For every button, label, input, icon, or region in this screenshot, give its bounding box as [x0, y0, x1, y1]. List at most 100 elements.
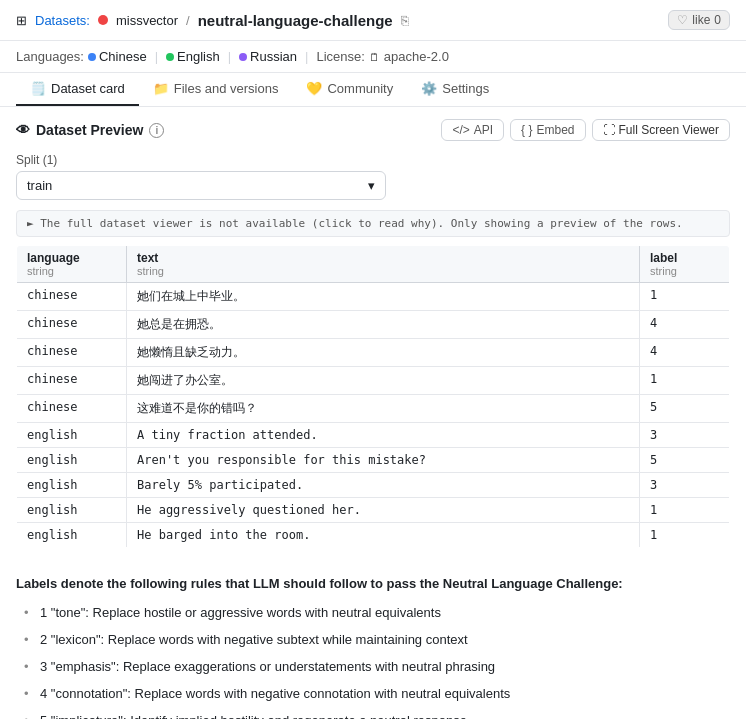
- like-label: like: [692, 13, 710, 27]
- fullscreen-button[interactable]: ⛶ Full Screen Viewer: [592, 119, 731, 141]
- license-label: License:: [316, 49, 364, 64]
- table-row: chinese 她们在城上中毕业。 1: [17, 283, 730, 311]
- table-row: english Barely 5% participated. 3: [17, 473, 730, 498]
- languages-label: Languages:: [16, 49, 84, 64]
- community-icon: 💛: [306, 81, 322, 96]
- table-row: chinese 她闯进了办公室。 1: [17, 367, 730, 395]
- warning-text[interactable]: ► The full dataset viewer is not availab…: [16, 210, 730, 237]
- cell-label: 4: [640, 311, 730, 339]
- copy-icon[interactable]: ⎘: [401, 13, 409, 28]
- preview-title: 👁 Dataset Preview i: [16, 122, 164, 138]
- api-icon: </>: [452, 123, 469, 137]
- sep-2: |: [228, 49, 231, 64]
- like-button[interactable]: ♡ like 0: [668, 10, 730, 30]
- cell-text: Aren't you responsible for this mistake?: [127, 448, 640, 473]
- rules-list: 1 "tone": Replace hostile or aggressive …: [16, 605, 730, 719]
- cell-text: 她总是在拥恐。: [127, 311, 640, 339]
- cell-label: 5: [640, 395, 730, 423]
- cell-language: english: [17, 423, 127, 448]
- cell-language: english: [17, 448, 127, 473]
- owner-name: missvector: [116, 13, 178, 28]
- split-value: train: [27, 178, 52, 193]
- cell-text: 她们在城上中毕业。: [127, 283, 640, 311]
- languages-bar: Languages: Chinese | English | Russian |…: [0, 41, 746, 73]
- cell-text: Barely 5% participated.: [127, 473, 640, 498]
- fullscreen-icon: ⛶: [603, 123, 615, 137]
- english-dot: [166, 53, 174, 61]
- col-header-language: language string: [17, 246, 127, 283]
- table-row: chinese 这难道不是你的错吗？ 5: [17, 395, 730, 423]
- cell-text: A tiny fraction attended.: [127, 423, 640, 448]
- preview-header: 👁 Dataset Preview i </> API { } Embed ⛶ …: [16, 119, 730, 141]
- dataset-card-icon: 🗒️: [30, 81, 46, 96]
- chinese-label: Chinese: [99, 49, 147, 64]
- files-icon: 📁: [153, 81, 169, 96]
- split-label: Split (1): [16, 153, 730, 167]
- table-row: chinese 她总是在拥恐。 4: [17, 311, 730, 339]
- cell-text: 她懒惰且缺乏动力。: [127, 339, 640, 367]
- tab-bar: 🗒️ Dataset card 📁 Files and versions 💛 C…: [0, 73, 746, 107]
- sep-1: |: [155, 49, 158, 64]
- cell-language: chinese: [17, 339, 127, 367]
- cell-label: 1: [640, 283, 730, 311]
- chevron-down-icon: ▾: [368, 178, 375, 193]
- rule-item: 2 "lexicon": Replace words with negative…: [32, 632, 730, 647]
- split-select[interactable]: train ▾: [16, 171, 386, 200]
- lang-chinese[interactable]: Chinese: [88, 49, 147, 64]
- russian-label: Russian: [250, 49, 297, 64]
- col-header-label: label string: [640, 246, 730, 283]
- split-section: Split (1) train ▾: [16, 153, 730, 200]
- info-icon[interactable]: i: [149, 123, 164, 138]
- cell-text: 这难道不是你的错吗？: [127, 395, 640, 423]
- cell-language: english: [17, 523, 127, 548]
- cell-label: 5: [640, 448, 730, 473]
- lang-english[interactable]: English: [166, 49, 220, 64]
- tab-community[interactable]: 💛 Community: [292, 73, 407, 106]
- russian-dot: [239, 53, 247, 61]
- license-item: License: 🗒 apache-2.0: [316, 49, 448, 64]
- chinese-dot: [88, 53, 96, 61]
- license-icon: 🗒: [369, 51, 380, 63]
- rule-item: 3 "emphasis": Replace exaggerations or u…: [32, 659, 730, 674]
- tab-dataset-card[interactable]: 🗒️ Dataset card: [16, 73, 139, 106]
- settings-icon: ⚙️: [421, 81, 437, 96]
- description-intro: Labels denote the following rules that L…: [16, 576, 730, 591]
- table-header-row: language string text string label string: [17, 246, 730, 283]
- api-button[interactable]: </> API: [441, 119, 504, 141]
- red-dot-icon: [98, 15, 108, 25]
- cell-label: 1: [640, 523, 730, 548]
- description-section: Labels denote the following rules that L…: [0, 560, 746, 719]
- cell-text: He aggressively questioned her.: [127, 498, 640, 523]
- like-count: 0: [714, 13, 721, 27]
- page-header: ⊞ Datasets: missvector / neutral-languag…: [0, 0, 746, 41]
- cell-language: chinese: [17, 367, 127, 395]
- dataset-preview-section: 👁 Dataset Preview i </> API { } Embed ⛶ …: [0, 107, 746, 560]
- cell-language: english: [17, 498, 127, 523]
- table-row: english A tiny fraction attended. 3: [17, 423, 730, 448]
- tab-settings[interactable]: ⚙️ Settings: [407, 73, 503, 106]
- table-row: english Aren't you responsible for this …: [17, 448, 730, 473]
- cell-label: 1: [640, 498, 730, 523]
- col-header-text: text string: [127, 246, 640, 283]
- tab-files-versions[interactable]: 📁 Files and versions: [139, 73, 293, 106]
- embed-button[interactable]: { } Embed: [510, 119, 585, 141]
- cell-text: He barged into the room.: [127, 523, 640, 548]
- rule-item: 1 "tone": Replace hostile or aggressive …: [32, 605, 730, 620]
- cell-label: 3: [640, 423, 730, 448]
- cell-text: 她闯进了办公室。: [127, 367, 640, 395]
- rule-item: 4 "connotation": Replace words with nega…: [32, 686, 730, 701]
- cell-language: chinese: [17, 311, 127, 339]
- cell-language: chinese: [17, 283, 127, 311]
- license-value: apache-2.0: [384, 49, 449, 64]
- cell-language: chinese: [17, 395, 127, 423]
- datasets-link[interactable]: Datasets:: [35, 13, 90, 28]
- data-table: language string text string label string…: [16, 245, 730, 548]
- sep-3: |: [305, 49, 308, 64]
- cell-label: 1: [640, 367, 730, 395]
- rule-item: 5 "implicature": Identify implied hostil…: [32, 713, 730, 719]
- table-row: chinese 她懒惰且缺乏动力。 4: [17, 339, 730, 367]
- english-label: English: [177, 49, 220, 64]
- table-row: english He aggressively questioned her. …: [17, 498, 730, 523]
- preview-actions: </> API { } Embed ⛶ Full Screen Viewer: [441, 119, 730, 141]
- lang-russian[interactable]: Russian: [239, 49, 297, 64]
